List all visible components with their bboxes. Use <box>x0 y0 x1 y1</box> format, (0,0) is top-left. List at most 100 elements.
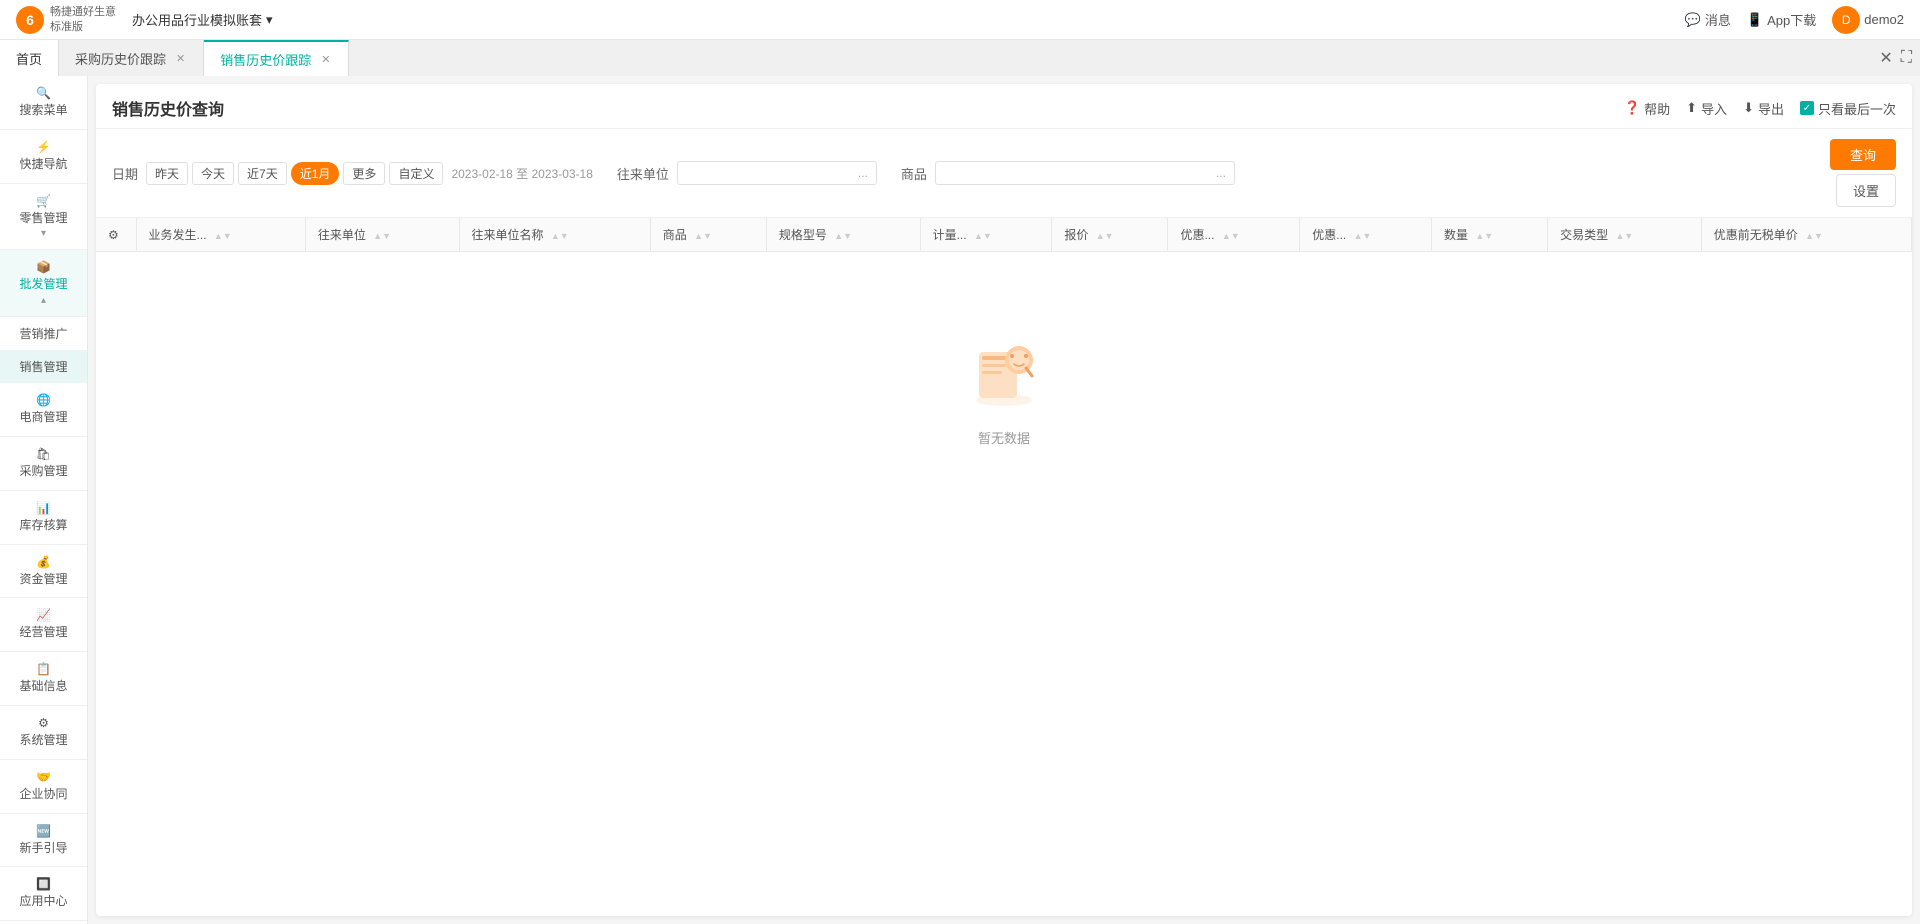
retail-icon: 🛒 <box>36 194 51 208</box>
main-layout: 🔍 搜索菜单 ⚡ 快捷导航 🛒 零售管理 ▾ 📦 批发管理 ▴ 营销推广 销售管… <box>0 76 1920 924</box>
table-container: ⚙ 业务发生... ▲▼ 往来单位 ▲▼ 往来单位名称 <box>96 218 1912 916</box>
app-selector[interactable]: 办公用品行业模拟账套 ▾ <box>124 6 281 33</box>
only-last-checkbox[interactable]: ✓ 只看最后一次 <box>1800 99 1896 118</box>
user-menu-button[interactable]: D demo2 <box>1832 6 1904 34</box>
tab-bar-actions: ✕ ⛶ <box>1879 40 1920 76</box>
partner-input-dots: ... <box>858 166 868 180</box>
top-bar-right: 💬 消息 📱 App下载 D demo2 <box>1685 6 1904 34</box>
sidebar: 🔍 搜索菜单 ⚡ 快捷导航 🛒 零售管理 ▾ 📦 批发管理 ▴ 营销推广 销售管… <box>0 76 88 924</box>
th-quote[interactable]: 报价 ▲▼ <box>1052 218 1168 252</box>
ecommerce-icon: 🌐 <box>36 393 51 407</box>
settings-button[interactable]: 设置 <box>1836 174 1896 207</box>
tab-purchase-history-close[interactable]: ✕ <box>174 52 187 65</box>
tab-purchase-history[interactable]: 采购历史价跟踪 ✕ <box>59 40 204 76</box>
date-btn-7days[interactable]: 近7天 <box>238 162 287 185</box>
export-button[interactable]: ⬇ 导出 <box>1743 99 1784 118</box>
th-partner-name[interactable]: 往来单位名称 ▲▼ <box>459 218 650 252</box>
sidebar-item-shortcut[interactable]: ⚡ 快捷导航 <box>0 130 87 184</box>
export-icon: ⬇ <box>1743 100 1754 116</box>
sort-arrows-spec: ▲▼ <box>834 231 852 241</box>
chevron-down-icon: ▾ <box>266 12 273 28</box>
th-quantity[interactable]: 数量 ▲▼ <box>1432 218 1548 252</box>
th-pretax-price[interactable]: 优惠前无税单价 ▲▼ <box>1701 218 1911 252</box>
sidebar-item-app-center[interactable]: 🔲 应用中心 <box>0 867 87 921</box>
page-content: 销售历史价查询 ❓ 帮助 ⬆ 导入 ⬇ 导出 ✓ <box>96 84 1912 916</box>
sidebar-item-marketing[interactable]: 营销推广 <box>0 317 87 350</box>
tab-close-all-button[interactable]: ✕ <box>1879 48 1892 68</box>
date-btn-today[interactable]: 今天 <box>192 162 234 185</box>
avatar: D <box>1832 6 1860 34</box>
tab-bar: 首页 采购历史价跟踪 ✕ 销售历史价跟踪 ✕ ✕ ⛶ <box>0 40 1920 76</box>
search-icon: 🔍 <box>36 86 51 100</box>
th-spec[interactable]: 规格型号 ▲▼ <box>766 218 920 252</box>
th-biz-date[interactable]: 业务发生... ▲▼ <box>136 218 305 252</box>
th-unit[interactable]: 计量... ▲▼ <box>920 218 1052 252</box>
th-partner-code[interactable]: 往来单位 ▲▼ <box>305 218 459 252</box>
th-discount2[interactable]: 优惠... ▲▼ <box>1300 218 1432 252</box>
th-trade-type[interactable]: 交易类型 ▲▼ <box>1548 218 1702 252</box>
date-btn-yesterday[interactable]: 昨天 <box>146 162 188 185</box>
logo-text: 畅捷通好生意 标准版 <box>50 5 116 34</box>
sidebar-item-system[interactable]: ⚙ 系统管理 <box>0 706 87 760</box>
table-settings-icon[interactable]: ⚙ <box>108 228 119 242</box>
import-icon: ⬆ <box>1686 100 1697 116</box>
sidebar-item-basic-info[interactable]: 📋 基础信息 <box>0 652 87 706</box>
date-range-text: 2023-02-18 至 2023-03-18 <box>451 165 592 182</box>
tab-maximize-button[interactable]: ⛶ <box>1901 49 1912 67</box>
system-icon: ⚙ <box>38 716 49 730</box>
date-btn-custom[interactable]: 自定义 <box>389 162 443 185</box>
filter-bar: 日期 昨天 今天 近7天 近1月 更多 自定义 2023-02-18 至 202… <box>96 129 1912 218</box>
sort-arrows-discount2: ▲▼ <box>1354 231 1372 241</box>
sort-arrows-biz-date: ▲▼ <box>214 231 232 241</box>
partner-input[interactable]: ... <box>677 161 877 185</box>
query-button[interactable]: 查询 <box>1830 139 1896 170</box>
partner-filter-group: 往来单位 ... <box>617 161 877 185</box>
product-input[interactable]: ... <box>935 161 1235 185</box>
help-button[interactable]: ❓ 帮助 <box>1624 99 1670 118</box>
tab-sales-history[interactable]: 销售历史价跟踪 ✕ <box>204 40 349 76</box>
page-header: 销售历史价查询 ❓ 帮助 ⬆ 导入 ⬇ 导出 ✓ <box>96 84 1912 129</box>
page-title: 销售历史价查询 <box>112 96 224 120</box>
purchase-icon: 🛍 <box>36 447 51 461</box>
date-buttons: 昨天 今天 近7天 近1月 更多 自定义 <box>146 162 443 185</box>
finance-icon: 💰 <box>36 555 51 569</box>
sidebar-item-enterprise[interactable]: 🤝 企业协同 <box>0 760 87 814</box>
sidebar-item-guide[interactable]: 🆕 新手引导 <box>0 814 87 868</box>
app-download-button[interactable]: 📱 App下载 <box>1747 10 1816 29</box>
date-btn-1month[interactable]: 近1月 <box>291 162 340 185</box>
message-button[interactable]: 💬 消息 <box>1685 10 1731 29</box>
tab-sales-history-close[interactable]: ✕ <box>319 53 332 66</box>
help-icon: ❓ <box>1624 100 1640 116</box>
th-product[interactable]: 商品 ▲▼ <box>650 218 766 252</box>
sidebar-item-operation[interactable]: 📈 经营管理 <box>0 598 87 652</box>
import-button[interactable]: ⬆ 导入 <box>1686 99 1727 118</box>
shortcut-icon: ⚡ <box>36 140 51 154</box>
sort-arrows-quantity: ▲▼ <box>1475 231 1493 241</box>
sort-arrows-partner-code: ▲▼ <box>373 231 391 241</box>
operation-icon: 📈 <box>36 608 51 622</box>
inventory-icon: 📊 <box>36 501 51 515</box>
sidebar-item-retail[interactable]: 🛒 零售管理 ▾ <box>0 184 87 251</box>
sort-arrows-partner-name: ▲▼ <box>551 231 569 241</box>
sidebar-item-finance[interactable]: 💰 资金管理 <box>0 545 87 599</box>
sidebar-item-purchase[interactable]: 🛍 采购管理 <box>0 437 87 491</box>
tab-home[interactable]: 首页 <box>0 40 59 76</box>
sidebar-item-ecommerce[interactable]: 🌐 电商管理 <box>0 383 87 437</box>
empty-icon <box>964 332 1044 412</box>
sidebar-item-search[interactable]: 🔍 搜索菜单 <box>0 76 87 130</box>
sidebar-item-sales-mgmt[interactable]: 销售管理 <box>0 350 87 383</box>
table-header-row: ⚙ 业务发生... ▲▼ 往来单位 ▲▼ 往来单位名称 <box>96 218 1912 252</box>
chevron-up-icon: ▴ <box>41 295 46 306</box>
sidebar-item-wholesale[interactable]: 📦 批发管理 ▴ <box>0 250 87 317</box>
empty-text: 暂无数据 <box>978 428 1030 447</box>
sidebar-item-inventory[interactable]: 📊 库存核算 <box>0 491 87 545</box>
download-icon: 📱 <box>1747 12 1763 28</box>
sort-arrows-unit: ▲▼ <box>974 231 992 241</box>
chevron-down-icon: ▾ <box>41 228 46 239</box>
th-discount1[interactable]: 优惠... ▲▼ <box>1168 218 1300 252</box>
page-header-actions: ❓ 帮助 ⬆ 导入 ⬇ 导出 ✓ 只看最后一次 <box>1624 99 1896 118</box>
date-filter-group: 日期 昨天 今天 近7天 近1月 更多 自定义 2023-02-18 至 202… <box>112 162 593 185</box>
date-btn-more[interactable]: 更多 <box>343 162 385 185</box>
th-settings[interactable]: ⚙ <box>96 218 136 252</box>
wholesale-icon: 📦 <box>36 260 51 274</box>
